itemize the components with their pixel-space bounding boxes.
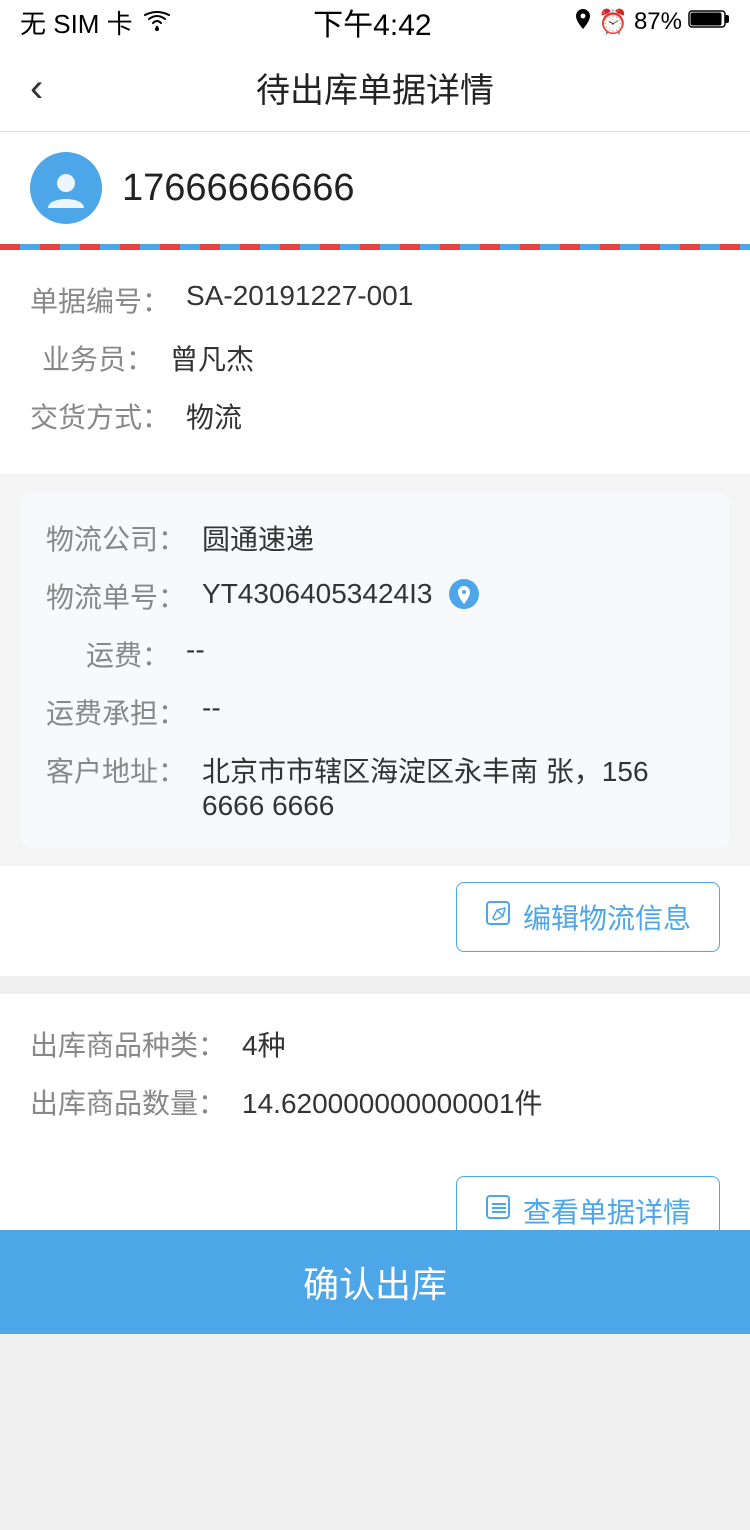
status-right: ⏰ 87% (574, 8, 730, 37)
tracking-number: YT43064053424I3 (202, 578, 432, 610)
goods-quantity-value: 14.620000000000001件 (242, 1082, 720, 1122)
tracking-label: 物流单号： (46, 576, 202, 616)
delivery-method-label: 交货方式： (30, 396, 186, 436)
freight-bearer-row: 运费承担： -- (46, 692, 704, 732)
tracking-location-icon[interactable] (446, 576, 482, 612)
page-title: 待出库单据详情 (256, 63, 494, 112)
logistics-card: 物流公司： 圆通速递 物流单号： YT43064053424I3 运费： -- … (20, 492, 730, 848)
document-info-section: 单据编号： SA-20191227-001 业务员： 曾凡杰 交货方式： 物流 (0, 250, 750, 474)
goods-quantity-label: 出库商品数量： (30, 1082, 242, 1122)
sales-rep-label: 业务员： (30, 338, 170, 378)
view-details-label: 查看单据详情 (523, 1191, 691, 1231)
customer-section: 17666666666 (0, 132, 750, 244)
freight-bearer-label: 运费承担： (46, 692, 202, 732)
tracking-value: YT43064053424I3 (202, 576, 704, 612)
edit-logistics-label: 编辑物流信息 (523, 897, 691, 937)
status-left: 无 SIM 卡 (20, 4, 171, 41)
goods-types-row: 出库商品种类： 4种 (30, 1024, 720, 1064)
confirm-outbound-button[interactable]: 确认出库 (0, 1256, 750, 1308)
section-divider (0, 976, 750, 994)
goods-section: 出库商品种类： 4种 出库商品数量： 14.620000000000001件 (0, 994, 750, 1160)
logistics-company-label: 物流公司： (46, 518, 202, 558)
avatar (30, 152, 102, 224)
battery-text: 87% (634, 8, 682, 36)
carrier-label: 无 SIM 卡 (20, 4, 133, 41)
alarm-icon: ⏰ (598, 8, 628, 37)
doc-number-label: 单据编号： (30, 280, 186, 320)
wifi-icon (143, 7, 171, 38)
freight-bearer-value: -- (202, 692, 704, 724)
freight-row: 运费： -- (46, 634, 704, 674)
status-bar: 无 SIM 卡 下午4:42 ⏰ 87% (0, 0, 750, 44)
tracking-row: 物流单号： YT43064053424I3 (46, 576, 704, 616)
sales-rep-row: 业务员： 曾凡杰 (30, 338, 720, 378)
nav-bar: ‹ 待出库单据详情 (0, 44, 750, 132)
status-time: 下午4:42 (313, 0, 431, 44)
freight-label: 运费： (46, 634, 186, 674)
confirm-btn-container: 确认出库 (0, 1230, 750, 1334)
customer-phone: 17666666666 (122, 167, 354, 210)
goods-types-value: 4种 (242, 1024, 720, 1064)
back-button[interactable]: ‹ (30, 68, 43, 108)
edit-btn-container: 编辑物流信息 (0, 866, 750, 976)
edit-logistics-button[interactable]: 编辑物流信息 (456, 882, 720, 952)
doc-number-value: SA-20191227-001 (186, 280, 720, 312)
list-icon (485, 1194, 513, 1229)
freight-value: -- (186, 634, 704, 666)
address-row: 客户地址： 北京市市辖区海淀区永丰南 张，156 6666 6666 (46, 750, 704, 822)
battery-icon (688, 8, 730, 37)
goods-quantity-row: 出库商品数量： 14.620000000000001件 (30, 1082, 720, 1122)
goods-types-label: 出库商品种类： (30, 1024, 242, 1064)
delivery-method-value: 物流 (186, 396, 720, 436)
sales-rep-value: 曾凡杰 (170, 338, 720, 378)
doc-number-row: 单据编号： SA-20191227-001 (30, 280, 720, 320)
delivery-method-row: 交货方式： 物流 (30, 396, 720, 436)
address-value: 北京市市辖区海淀区永丰南 张，156 6666 6666 (202, 750, 704, 822)
location-status-icon (574, 8, 592, 37)
logistics-company-row: 物流公司： 圆通速递 (46, 518, 704, 558)
logistics-company-value: 圆通速递 (202, 518, 704, 558)
address-label: 客户地址： (46, 750, 202, 790)
edit-icon (485, 900, 513, 935)
